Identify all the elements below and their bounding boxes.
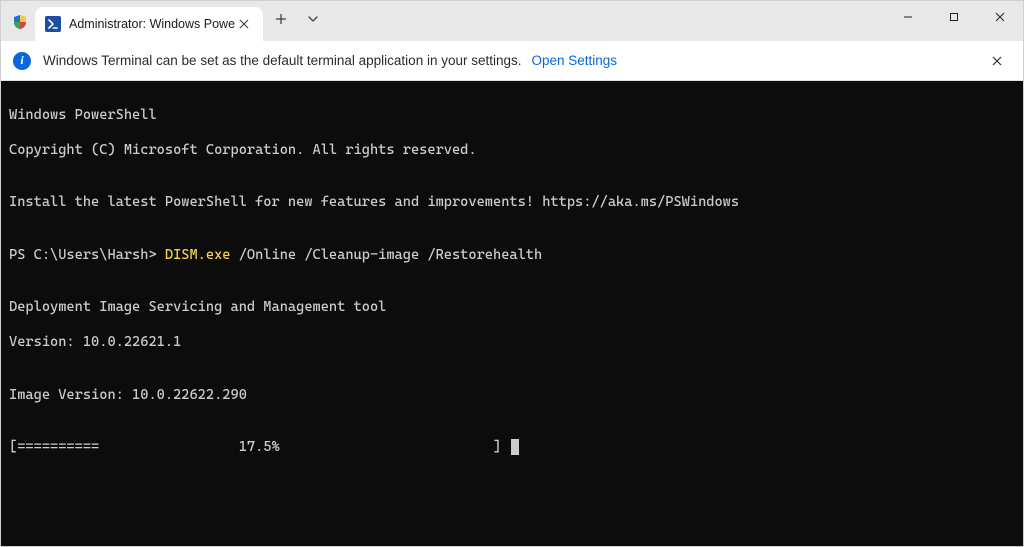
maximize-button[interactable] bbox=[931, 1, 977, 33]
progress-bar-text: [========== 17.5% ] bbox=[9, 439, 509, 455]
maximize-icon bbox=[949, 12, 959, 22]
minimize-button[interactable] bbox=[885, 1, 931, 33]
prompt-prefix: PS C:\Users\Harsh> bbox=[9, 247, 165, 263]
terminal-line: Copyright (C) Microsoft Corporation. All… bbox=[9, 142, 1015, 160]
command-executable: DISM.exe bbox=[165, 247, 231, 263]
terminal-output[interactable]: Windows PowerShell Copyright (C) Microso… bbox=[1, 81, 1023, 546]
app-window: Administrator: Windows Powe bbox=[0, 0, 1024, 547]
close-icon bbox=[995, 12, 1005, 22]
tab-dropdown-button[interactable] bbox=[297, 5, 329, 33]
terminal-prompt-line: PS C:\Users\Harsh> DISM.exe /Online /Cle… bbox=[9, 247, 1015, 265]
terminal-line: Image Version: 10.0.22622.290 bbox=[9, 387, 1015, 405]
window-close-button[interactable] bbox=[977, 1, 1023, 33]
terminal-line: Version: 10.0.22621.1 bbox=[9, 334, 1015, 352]
minimize-icon bbox=[903, 12, 913, 22]
close-icon bbox=[239, 19, 249, 29]
command-args: /Online /Cleanup-image /Restorehealth bbox=[230, 247, 542, 263]
info-message: Windows Terminal can be set as the defau… bbox=[43, 53, 522, 68]
close-icon bbox=[992, 56, 1002, 66]
terminal-line: Deployment Image Servicing and Managemen… bbox=[9, 299, 1015, 317]
terminal-line: Windows PowerShell bbox=[9, 107, 1015, 125]
tab-controls bbox=[265, 1, 329, 41]
tab-title: Administrator: Windows Powe bbox=[69, 17, 235, 31]
terminal-line: Install the latest PowerShell for new fe… bbox=[9, 194, 1015, 212]
open-settings-link[interactable]: Open Settings bbox=[532, 53, 618, 68]
powershell-icon bbox=[45, 16, 61, 32]
dismiss-info-button[interactable] bbox=[983, 47, 1011, 75]
window-controls bbox=[885, 1, 1023, 41]
chevron-down-icon bbox=[308, 14, 318, 24]
tab-close-button[interactable] bbox=[235, 15, 253, 33]
info-bar: i Windows Terminal can be set as the def… bbox=[1, 41, 1023, 81]
terminal-tab[interactable]: Administrator: Windows Powe bbox=[35, 7, 263, 41]
uac-shield-icon bbox=[11, 13, 29, 31]
titlebar: Administrator: Windows Powe bbox=[1, 1, 1023, 41]
plus-icon bbox=[275, 13, 287, 25]
terminal-progress-line: [========== 17.5% ] bbox=[9, 439, 1015, 457]
terminal-cursor bbox=[511, 439, 519, 455]
info-icon: i bbox=[13, 52, 31, 70]
new-tab-button[interactable] bbox=[265, 5, 297, 33]
